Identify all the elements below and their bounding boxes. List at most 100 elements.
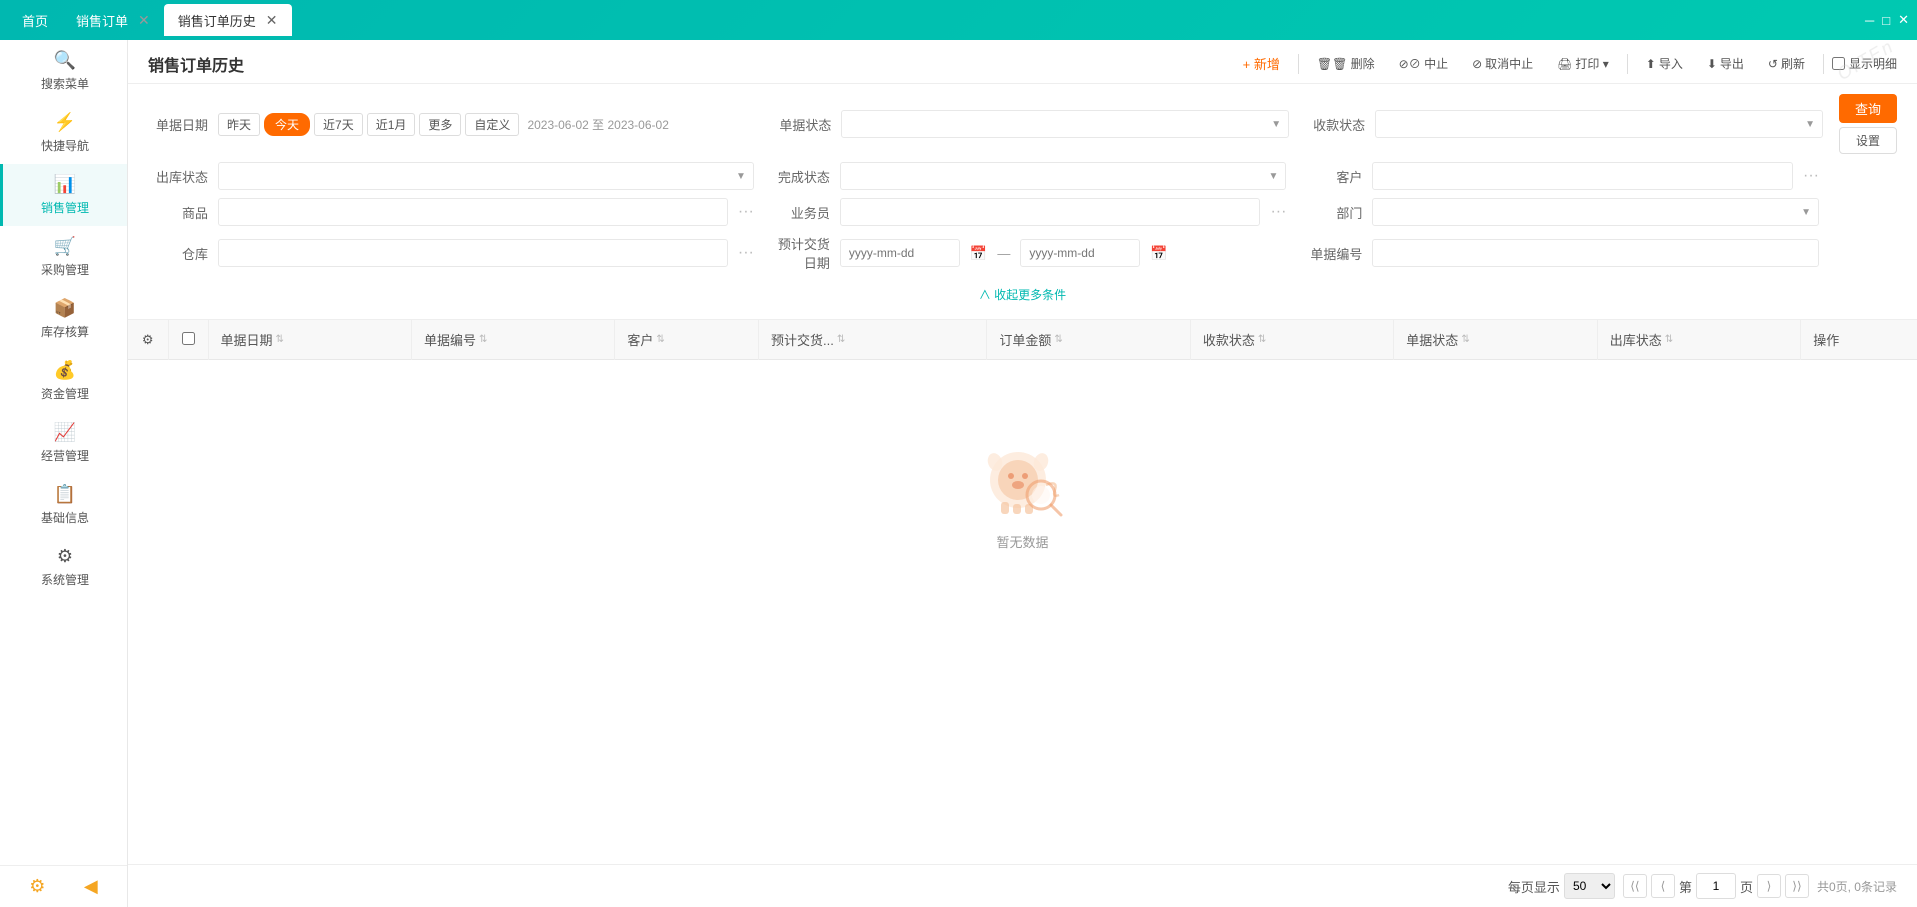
warehouse-more-icon[interactable]: ··· (738, 244, 754, 262)
payment-status-field: ▼ (1375, 110, 1831, 138)
tab-sales-order[interactable]: 销售订单 ✕ (62, 4, 164, 36)
sidebar-item-sales-mgmt[interactable]: 📊 销售管理 (0, 164, 127, 226)
export-button[interactable]: ⬇ 导出 (1697, 51, 1754, 76)
tab-home[interactable]: 首页 (8, 4, 62, 36)
outbound-status-select-wrapper[interactable]: ▼ (218, 162, 754, 190)
delete-button[interactable]: 🗑 🗑 删除 (1307, 51, 1385, 76)
purchase-mgmt-icon: 🛒 (54, 236, 76, 257)
window-maximize[interactable]: □ (1882, 13, 1890, 28)
complete-status-select-wrapper[interactable]: ▼ (840, 162, 1287, 190)
customer-more-icon[interactable]: ··· (1803, 167, 1819, 185)
select-all-checkbox[interactable] (182, 332, 195, 345)
sidebar-item-ops[interactable]: 📈 经营管理 (0, 412, 127, 474)
page-title: 销售订单历史 (148, 52, 1233, 76)
date-custom-btn[interactable]: 自定义 (465, 113, 519, 136)
page-number-input[interactable] (1696, 873, 1736, 899)
order-status-select-wrapper[interactable]: ▼ (841, 110, 1289, 138)
toolbar: + 新增 🗑 🗑 删除 ⊘ ⊘ 中止 ⊘ 取消中止 (1233, 50, 1897, 77)
sort-delivery-date-icon: ⇅ (837, 334, 845, 345)
goods-more-icon[interactable]: ··· (738, 203, 754, 221)
payment-status-select[interactable] (1375, 110, 1823, 138)
th-customer[interactable]: 客户 ⇅ (615, 320, 759, 360)
date-yesterday-btn[interactable]: 昨天 (218, 113, 260, 136)
sidebar-item-quick-nav[interactable]: ⚡ 快捷导航 (0, 102, 127, 164)
page-size-select[interactable]: 10 20 50 100 (1564, 873, 1615, 899)
sidebar-item-basic-info[interactable]: 📋 基础信息 (0, 474, 127, 536)
department-select-wrapper[interactable]: ▼ (1372, 198, 1819, 226)
warehouse-input[interactable] (218, 239, 728, 267)
settings-icon[interactable]: ⚙ (142, 332, 154, 347)
last-page-button[interactable]: ⟩⟩ (1785, 874, 1809, 898)
sort-amount[interactable]: 订单金额 ⇅ (999, 330, 1177, 349)
refresh-button[interactable]: ↺ 刷新 (1758, 51, 1815, 76)
date-7days-btn[interactable]: 近7天 (314, 113, 363, 136)
calendar-end-icon[interactable]: 📅 (1150, 245, 1167, 262)
tab-sales-history-close[interactable]: ✕ (266, 12, 278, 29)
first-page-button[interactable]: ⟨⟨ (1623, 874, 1647, 898)
complete-status-select[interactable] (840, 162, 1287, 190)
tab-sales-order-close[interactable]: ✕ (138, 12, 150, 29)
import-button[interactable]: ⬆ 导入 (1636, 51, 1693, 76)
collapse-bar[interactable]: ∧ 收起更多条件 (148, 280, 1897, 309)
th-amount[interactable]: 订单金额 ⇅ (987, 320, 1190, 360)
salesperson-input[interactable] (840, 198, 1261, 226)
cancel-stop-icon: ⊘ (1472, 57, 1482, 71)
sort-payment-status[interactable]: 收款状态 ⇅ (1203, 330, 1381, 349)
sidebar-settings-icon[interactable]: ⚙ (29, 876, 45, 897)
sidebar-item-search-menu[interactable]: 🔍 搜索菜单 (0, 40, 127, 102)
import-icon: ⬆ (1646, 57, 1656, 71)
print-button[interactable]: 🖨 打印 ▾ (1547, 51, 1619, 76)
sort-date-icon: ⇅ (276, 334, 284, 345)
th-order-status[interactable]: 单据状态 ⇅ (1394, 320, 1597, 360)
order-no-input[interactable] (1372, 239, 1819, 267)
th-delivery-date[interactable]: 预计交货... ⇅ (759, 320, 987, 360)
page-size-selector: 每页显示 10 20 50 100 (1508, 873, 1615, 899)
sort-order-status[interactable]: 单据状态 ⇅ (1406, 330, 1584, 349)
display-detail-toggle[interactable]: 显示明细 (1832, 55, 1897, 72)
date-filter-buttons: 昨天 今天 近7天 近1月 更多 自定义 2023-06-02 至 2023-0… (218, 113, 669, 136)
payment-status-select-wrapper[interactable]: ▼ (1375, 110, 1823, 138)
outbound-status-select[interactable] (218, 162, 754, 190)
sidebar-item-purchase-mgmt[interactable]: 🛒 采购管理 (0, 226, 127, 288)
tab-sales-history[interactable]: 销售订单历史 ✕ (164, 4, 292, 36)
stop-button[interactable]: ⊘ ⊘ 中止 (1389, 51, 1458, 76)
sort-order-no[interactable]: 单据编号 ⇅ (424, 330, 602, 349)
th-payment-status[interactable]: 收款状态 ⇅ (1190, 320, 1393, 360)
date-1month-btn[interactable]: 近1月 (367, 113, 416, 136)
new-button[interactable]: + 新增 (1233, 50, 1290, 77)
date-filter-label: 单据日期 (148, 115, 218, 134)
goods-input[interactable] (218, 198, 728, 226)
sidebar-item-inventory[interactable]: 📦 库存核算 (0, 288, 127, 350)
prev-page-button[interactable]: ⟨ (1651, 874, 1675, 898)
salesperson-more-icon[interactable]: ··· (1270, 203, 1286, 221)
sidebar-item-sys-mgmt[interactable]: ⚙ 系统管理 (0, 536, 127, 598)
th-outbound-status[interactable]: 出库状态 ⇅ (1597, 320, 1800, 360)
next-page-button[interactable]: ⟩ (1757, 874, 1781, 898)
date-today-btn[interactable]: 今天 (264, 113, 310, 136)
th-date[interactable]: 单据日期 ⇅ (208, 320, 411, 360)
sidebar-item-finance[interactable]: 💰 资金管理 (0, 350, 127, 412)
settings-button[interactable]: 设置 (1839, 127, 1897, 154)
sort-delivery-date[interactable]: 预计交货... ⇅ (771, 330, 974, 349)
cancel-stop-button[interactable]: ⊘ 取消中止 (1462, 51, 1543, 76)
sidebar-item-finance-label: 资金管理 (41, 385, 89, 402)
query-button[interactable]: 查询 (1839, 94, 1897, 123)
sort-outbound-status[interactable]: 出库状态 ⇅ (1610, 330, 1788, 349)
date-more-btn[interactable]: 更多 (419, 113, 461, 136)
search-menu-icon: 🔍 (54, 50, 76, 71)
order-status-select[interactable] (841, 110, 1289, 138)
customer-input[interactable] (1372, 162, 1793, 190)
th-checkbox[interactable] (168, 320, 208, 360)
department-select[interactable] (1372, 198, 1819, 226)
th-order-no[interactable]: 单据编号 ⇅ (411, 320, 614, 360)
window-minimize[interactable]: ─ (1865, 13, 1874, 28)
th-settings[interactable]: ⚙ (128, 320, 168, 360)
delivery-date-end[interactable] (1020, 239, 1140, 267)
window-close[interactable]: ✕ (1898, 12, 1909, 28)
display-detail-checkbox[interactable] (1832, 57, 1845, 70)
sort-date[interactable]: 单据日期 ⇅ (221, 330, 399, 349)
calendar-start-icon[interactable]: 📅 (970, 245, 987, 262)
delivery-date-start[interactable] (840, 239, 960, 267)
sidebar-collapse-icon[interactable]: ◀ (84, 876, 98, 897)
sort-customer[interactable]: 客户 ⇅ (627, 330, 746, 349)
